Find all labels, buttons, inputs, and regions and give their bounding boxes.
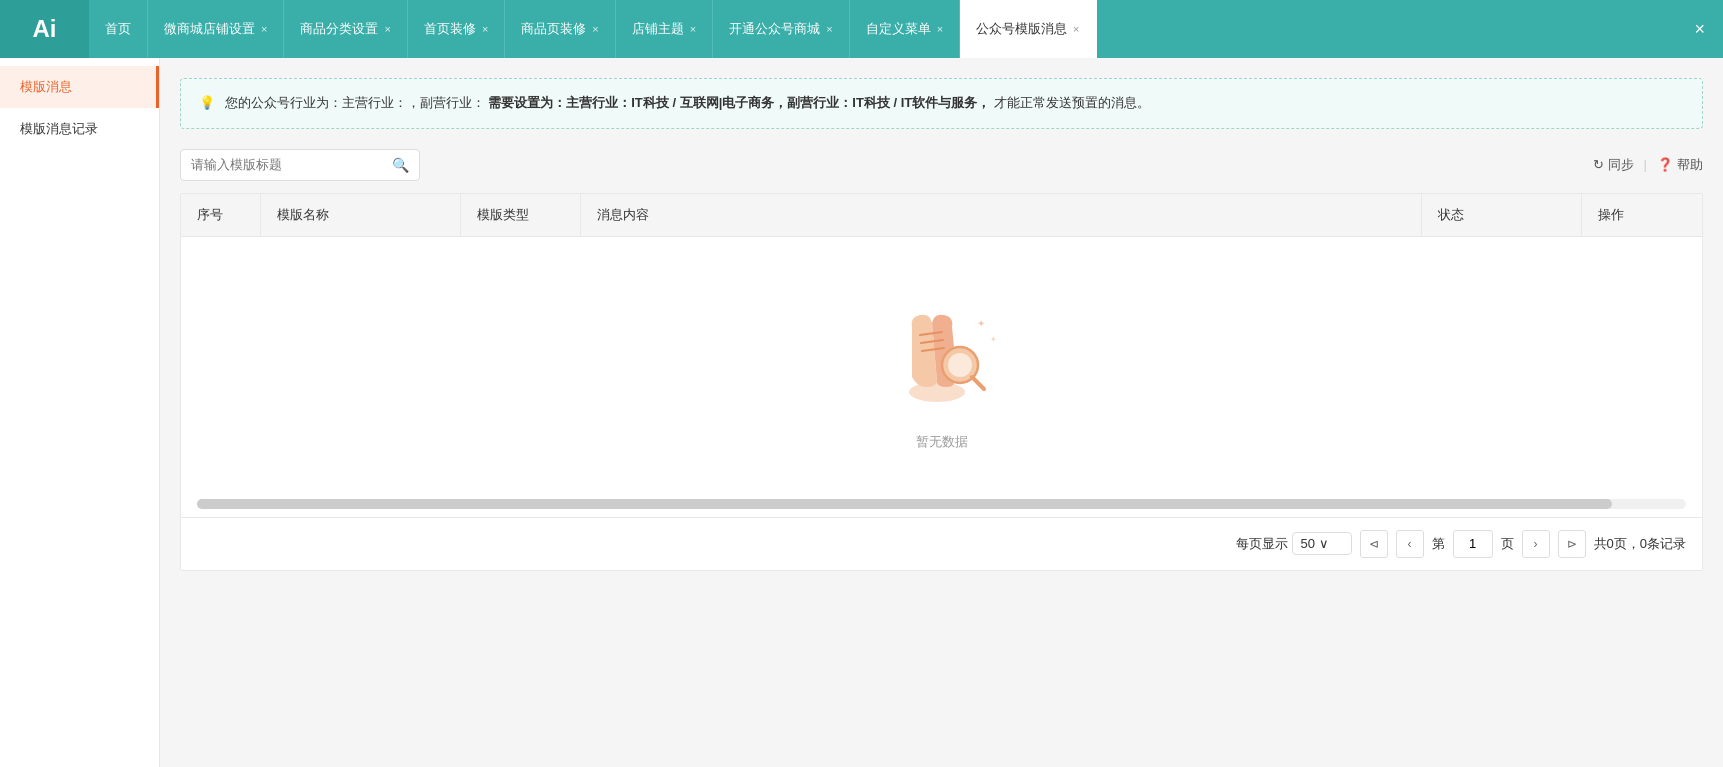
- sidebar-item-template-msg[interactable]: 模版消息: [0, 66, 159, 108]
- page-prev-button[interactable]: ‹: [1396, 530, 1424, 558]
- th-content: 消息内容: [581, 194, 1422, 236]
- page-unit: 页: [1501, 535, 1514, 553]
- nav-tab-product-page[interactable]: 商品页装修 ×: [505, 0, 615, 58]
- toolbar-divider: |: [1644, 157, 1647, 172]
- page-next-button[interactable]: ›: [1522, 530, 1550, 558]
- search-row: 🔍 ↻ 同步 | ❓ 帮助: [180, 149, 1703, 181]
- page-size-dropdown[interactable]: 50 ∨: [1292, 532, 1352, 555]
- tab-close-wechat-shop[interactable]: ×: [261, 23, 267, 35]
- sidebar-item-label-template-msg: 模版消息: [20, 79, 72, 94]
- app-logo: Ai: [0, 0, 89, 58]
- svg-line-6: [972, 377, 984, 389]
- tab-label-mall: 开通公众号商城: [729, 20, 820, 38]
- empty-text: 暂无数据: [916, 433, 968, 451]
- page-size-label: 每页显示: [1236, 535, 1288, 553]
- page-size-value: 50: [1301, 536, 1315, 551]
- page-first-button[interactable]: ⊲: [1360, 530, 1388, 558]
- notice-text-suffix: 才能正常发送预置的消息。: [994, 95, 1150, 110]
- empty-icon: ✦ ✦: [882, 297, 1002, 417]
- page-size-select: 每页显示 50 ∨: [1236, 532, 1352, 555]
- nav-tabs-container: 首页 微商城店铺设置 × 商品分类设置 × 首页装修 × 商品页装修 × 店铺主…: [89, 0, 1676, 58]
- svg-text:✦: ✦: [990, 335, 997, 344]
- logo-text: Ai: [33, 15, 57, 43]
- tab-label-home: 首页: [105, 20, 131, 38]
- nav-tab-theme[interactable]: 店铺主题 ×: [616, 0, 713, 58]
- pagination-row: 每页显示 50 ∨ ⊲ ‹ 第 页 › ⊳ 共0页，0条记录: [181, 517, 1702, 570]
- pagination-total: 共0页，0条记录: [1594, 535, 1686, 553]
- th-status: 状态: [1422, 194, 1582, 236]
- tab-label-custom-menu: 自定义菜单: [866, 20, 931, 38]
- tab-close-template-msg[interactable]: ×: [1073, 23, 1079, 35]
- help-button[interactable]: ❓ 帮助: [1657, 156, 1703, 174]
- sidebar-item-label-template-msg-log: 模版消息记录: [20, 121, 98, 136]
- notice-icon: 💡: [199, 95, 215, 110]
- notice-text-prefix: 您的公众号行业为：主营行业：，副营行业：: [225, 95, 485, 110]
- scrollbar-thumb: [197, 499, 1612, 509]
- nav-tab-home[interactable]: 首页: [89, 0, 148, 58]
- sidebar: 模版消息 模版消息记录: [0, 58, 160, 767]
- tab-label-homepage: 首页装修: [424, 20, 476, 38]
- nav-tab-template-msg[interactable]: 公众号模版消息 ×: [960, 0, 1096, 58]
- nav-tab-category[interactable]: 商品分类设置 ×: [284, 0, 407, 58]
- tab-label-template-msg: 公众号模版消息: [976, 20, 1067, 38]
- tab-close-category[interactable]: ×: [384, 23, 390, 35]
- svg-point-5: [948, 353, 972, 377]
- svg-point-0: [909, 382, 965, 402]
- sync-icon: ↻: [1593, 157, 1604, 172]
- global-close-button[interactable]: ×: [1676, 0, 1723, 58]
- th-seq: 序号: [181, 194, 261, 236]
- main-layout: 模版消息 模版消息记录 💡 您的公众号行业为：主营行业：，副营行业： 需要设置为…: [0, 58, 1723, 767]
- top-navigation: Ai 首页 微商城店铺设置 × 商品分类设置 × 首页装修 × 商品页装修 × …: [0, 0, 1723, 58]
- toolbar-right: ↻ 同步 | ❓ 帮助: [1593, 156, 1703, 174]
- tab-close-product-page[interactable]: ×: [592, 23, 598, 35]
- tab-close-mall[interactable]: ×: [826, 23, 832, 35]
- nav-tab-custom-menu[interactable]: 自定义菜单 ×: [850, 0, 960, 58]
- help-label: 帮助: [1677, 156, 1703, 174]
- tab-label-theme: 店铺主题: [632, 20, 684, 38]
- search-input[interactable]: [191, 157, 392, 172]
- page-last-button[interactable]: ⊳: [1558, 530, 1586, 558]
- help-icon: ❓: [1657, 157, 1673, 172]
- tab-close-homepage[interactable]: ×: [482, 23, 488, 35]
- tab-close-theme[interactable]: ×: [690, 23, 696, 35]
- nav-tab-mall[interactable]: 开通公众号商城 ×: [713, 0, 849, 58]
- tab-label-product-page: 商品页装修: [521, 20, 586, 38]
- table-scrollbar[interactable]: [197, 499, 1686, 509]
- page-number-input[interactable]: [1453, 530, 1493, 558]
- svg-text:✦: ✦: [977, 318, 985, 329]
- th-type: 模版类型: [461, 194, 581, 236]
- sync-button[interactable]: ↻ 同步: [1593, 156, 1634, 174]
- page-prefix: 第: [1432, 535, 1445, 553]
- search-icon[interactable]: 🔍: [392, 157, 409, 173]
- notice-box: 💡 您的公众号行业为：主营行业：，副营行业： 需要设置为：主营行业：IT科技 /…: [180, 78, 1703, 129]
- content-area: 💡 您的公众号行业为：主营行业：，副营行业： 需要设置为：主营行业：IT科技 /…: [160, 58, 1723, 767]
- sync-label: 同步: [1608, 156, 1634, 174]
- sidebar-item-template-msg-log[interactable]: 模版消息记录: [0, 108, 159, 150]
- empty-state: ✦ ✦ 暂无数据: [181, 237, 1702, 491]
- tab-close-custom-menu[interactable]: ×: [937, 23, 943, 35]
- search-input-wrap[interactable]: 🔍: [180, 149, 420, 181]
- nav-tab-homepage[interactable]: 首页装修 ×: [408, 0, 505, 58]
- notice-highlight: 需要设置为：主营行业：IT科技 / 互联网|电子商务，副营行业：IT科技 / I…: [488, 95, 990, 110]
- tab-label-category: 商品分类设置: [300, 20, 378, 38]
- th-action: 操作: [1582, 194, 1702, 236]
- data-table: 序号 模版名称 模版类型 消息内容 状态 操作: [180, 193, 1703, 571]
- table-header: 序号 模版名称 模版类型 消息内容 状态 操作: [181, 194, 1702, 237]
- th-name: 模版名称: [261, 194, 461, 236]
- nav-tab-wechat-shop[interactable]: 微商城店铺设置 ×: [148, 0, 284, 58]
- dropdown-icon: ∨: [1319, 536, 1329, 551]
- tab-label-wechat-shop: 微商城店铺设置: [164, 20, 255, 38]
